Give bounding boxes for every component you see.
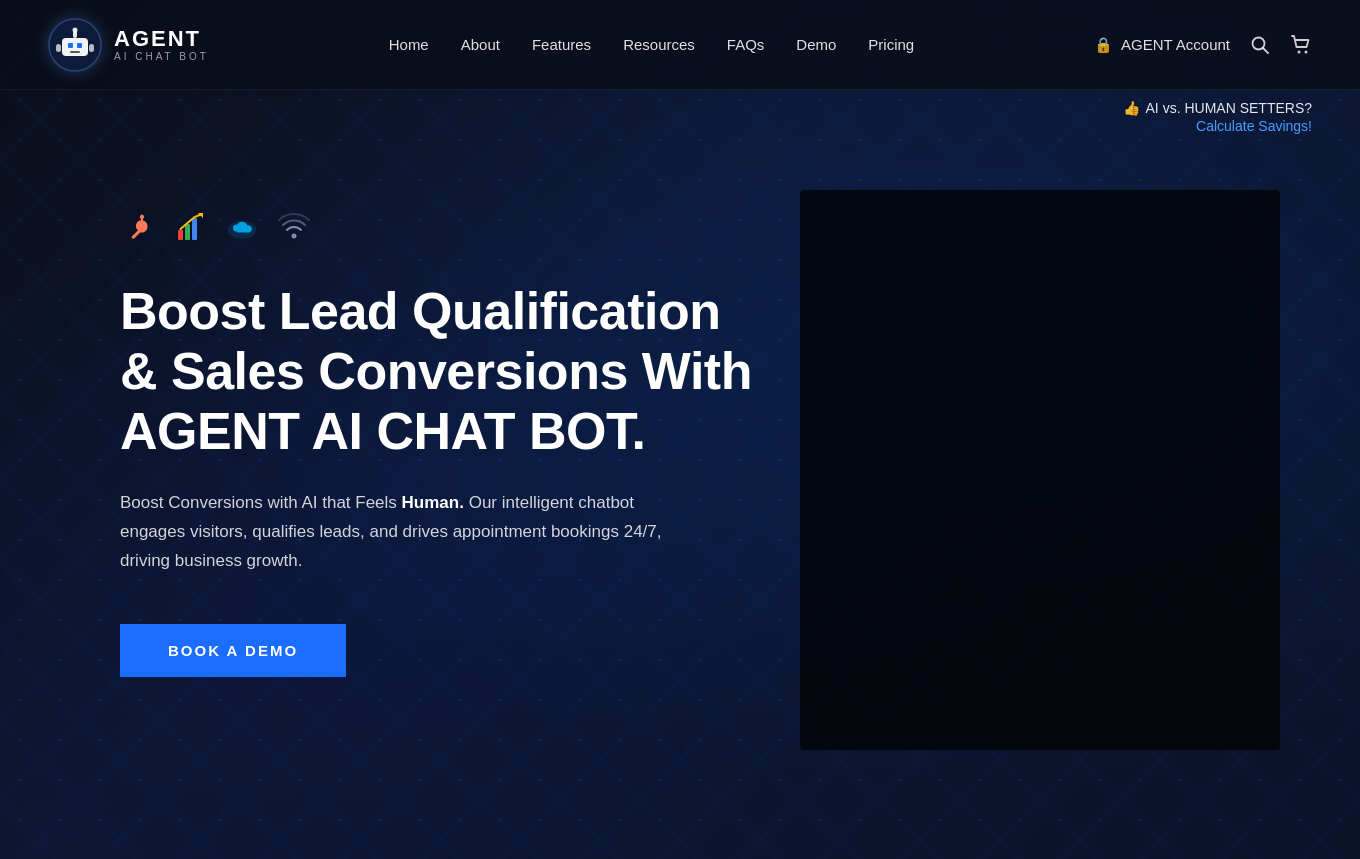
hero-title: Boost Lead Qualification & Sales Convers…: [120, 282, 760, 461]
svg-line-10: [1263, 48, 1268, 53]
nav-about[interactable]: About: [461, 36, 500, 53]
nav-demo[interactable]: Demo: [796, 36, 836, 53]
promo-text: 👍 AI vs. HUMAN SETTERS?: [1123, 100, 1312, 116]
logo[interactable]: AGENT AI CHAT BOT: [48, 18, 209, 72]
svg-point-13: [139, 223, 146, 230]
promo-link[interactable]: Calculate Savings!: [1123, 118, 1312, 134]
svg-rect-15: [185, 224, 190, 240]
svg-point-11: [1298, 50, 1301, 53]
cart-button[interactable]: [1290, 34, 1312, 56]
integrations-row: [120, 210, 760, 246]
nav-pricing[interactable]: Pricing: [868, 36, 914, 53]
logo-text: AGENT AI CHAT BOT: [114, 27, 209, 62]
hero-description: Boost Conversions with AI that Feels Hum…: [120, 489, 680, 576]
nav-menu: Home About Features Resources FAQs Demo …: [389, 36, 915, 54]
hero-video-panel[interactable]: [800, 190, 1280, 750]
signal-icon: [276, 210, 312, 246]
book-demo-button[interactable]: BOOK A DEMO: [120, 624, 346, 677]
svg-point-19: [292, 234, 297, 239]
navbar: AGENT AI CHAT BOT Home About Features Re…: [0, 0, 1360, 90]
nav-right: 🔒 AGENT Account: [1094, 34, 1312, 56]
svg-rect-16: [192, 218, 197, 240]
svg-point-12: [1305, 50, 1308, 53]
svg-point-6: [73, 27, 78, 32]
svg-rect-14: [178, 230, 183, 240]
search-icon: [1250, 35, 1270, 55]
hubspot-icon: [120, 210, 156, 246]
svg-rect-7: [56, 44, 61, 52]
svg-rect-1: [62, 38, 88, 56]
nav-account-link[interactable]: 🔒 AGENT Account: [1094, 36, 1230, 54]
thumbs-up-icon: 👍: [1123, 100, 1140, 116]
chart-icon: [172, 210, 208, 246]
lock-icon: 🔒: [1094, 36, 1113, 54]
cart-icon: [1290, 34, 1312, 56]
svg-rect-4: [70, 51, 80, 53]
salesforce-icon: [224, 210, 260, 246]
nav-faqs[interactable]: FAQs: [727, 36, 765, 53]
hero-content: Boost Lead Qualification & Sales Convers…: [120, 170, 760, 677]
svg-rect-3: [77, 43, 82, 48]
nav-home[interactable]: Home: [389, 36, 429, 53]
promo-banner: 👍 AI vs. HUMAN SETTERS? Calculate Saving…: [1123, 100, 1312, 134]
nav-resources[interactable]: Resources: [623, 36, 695, 53]
svg-rect-2: [68, 43, 73, 48]
logo-icon: [48, 18, 102, 72]
hero-section: Boost Lead Qualification & Sales Convers…: [0, 90, 1360, 859]
nav-features[interactable]: Features: [532, 36, 591, 53]
search-button[interactable]: [1250, 35, 1270, 55]
svg-rect-8: [89, 44, 94, 52]
